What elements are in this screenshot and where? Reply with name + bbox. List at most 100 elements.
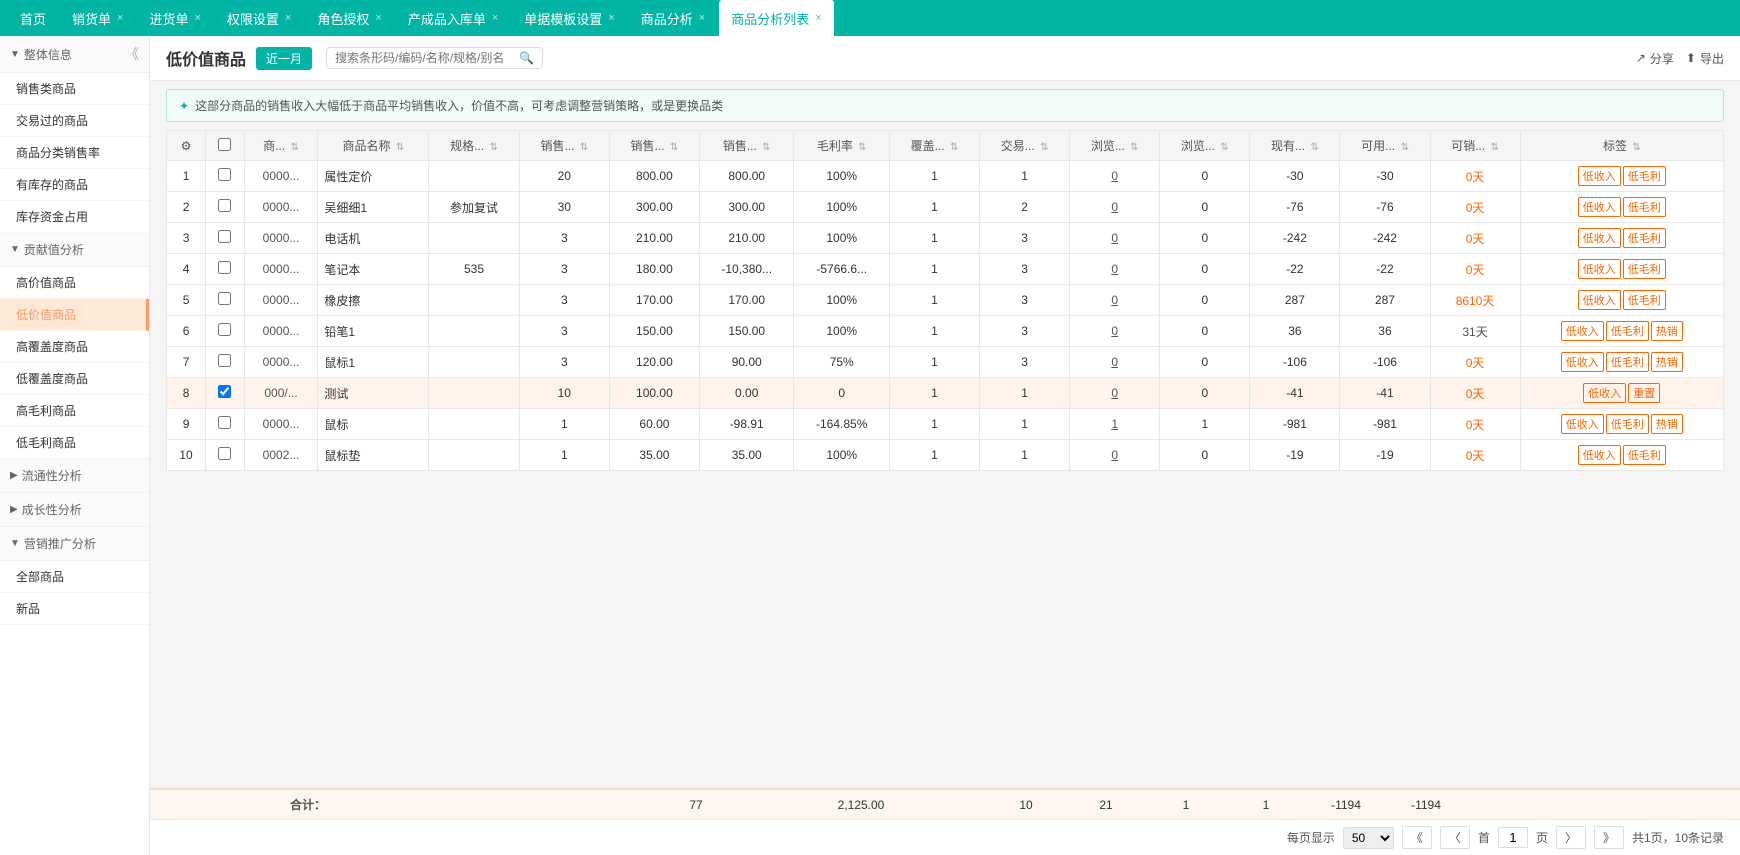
row-checkbox-cell[interactable] [206,347,245,378]
row-checkbox-cell[interactable] [206,254,245,285]
sidebar-item-inventory-funds[interactable]: 库存资金占用 [0,201,149,233]
row-checkbox[interactable] [218,447,231,460]
sidebar-group-title-overview[interactable]: ▼ 整体信息 《 [0,36,149,73]
sidebar-item-all-products[interactable]: 全部商品 [0,561,149,593]
sidebar-group-title-circulation[interactable]: ▶ 流通性分析 [0,459,149,493]
close-icon[interactable]: × [492,12,498,24]
row-checkbox[interactable] [218,354,231,367]
search-icon[interactable]: 🔍 [519,51,534,65]
col-spec[interactable]: 规格... ⇅ [429,131,520,161]
nav-permissions[interactable]: 权限设置 × [215,0,303,36]
nav-template-settings[interactable]: 单据模板设置 × [512,0,626,36]
collapse-icon[interactable]: 《 [125,44,139,64]
col-browse1[interactable]: 浏览... ⇅ [1070,131,1160,161]
row-browse1[interactable]: 1 [1070,409,1160,440]
share-button[interactable]: ↗ 分享 [1636,50,1674,67]
col-code[interactable]: 商... ⇅ [244,131,318,161]
prev-page-button[interactable]: 〈 [1440,826,1470,849]
row-browse1[interactable]: 0 [1070,161,1160,192]
col-name[interactable]: 商品名称 ⇅ [318,131,429,161]
row-checkbox-cell[interactable] [206,316,245,347]
row-spec: 参加复试 [429,192,520,223]
sidebar-item-sales-products[interactable]: 销售类商品 [0,73,149,105]
sidebar-group-title-growth[interactable]: ▶ 成长性分析 [0,493,149,527]
nav-home[interactable]: 首页 [8,0,58,36]
nav-purchase-order[interactable]: 进货单 × [137,0,212,36]
row-browse1[interactable]: 0 [1070,223,1160,254]
nav-product-analysis-list[interactable]: 商品分析列表 × [719,0,833,36]
sidebar-item-low-margin[interactable]: 低毛利商品 [0,427,149,459]
search-input[interactable] [335,51,515,65]
col-sellable[interactable]: 可销... ⇅ [1430,131,1520,161]
row-checkbox-cell[interactable] [206,192,245,223]
row-checkbox[interactable] [218,230,231,243]
per-page-select[interactable]: 50 20 100 [1343,827,1394,849]
row-checkbox-cell[interactable] [206,440,245,471]
close-icon[interactable]: × [285,12,291,24]
row-browse1[interactable]: 0 [1070,378,1160,409]
nav-role-auth[interactable]: 角色授权 × [305,0,393,36]
col-coverage[interactable]: 覆盖... ⇅ [889,131,979,161]
sidebar-item-high-coverage[interactable]: 高覆盖度商品 [0,331,149,363]
col-tags[interactable]: 标签 ⇅ [1520,131,1723,161]
row-tags: 低收入低毛利热销 [1520,409,1723,440]
row-tags: 低收入低毛利 [1520,285,1723,316]
col-sales-qty[interactable]: 销售... ⇅ [519,131,609,161]
row-checkbox[interactable] [218,168,231,181]
row-browse1[interactable]: 0 [1070,254,1160,285]
col-available[interactable]: 可用... ⇅ [1340,131,1430,161]
row-checkbox[interactable] [218,199,231,212]
close-icon[interactable]: × [608,12,614,24]
row-checkbox[interactable] [218,323,231,336]
row-browse1[interactable]: 0 [1070,316,1160,347]
table-row: 1 0000... 属性定价 20 800.00 800.00 100% 1 1… [167,161,1724,192]
col-transaction[interactable]: 交易... ⇅ [980,131,1070,161]
col-settings[interactable]: ⚙ [167,131,206,161]
export-button[interactable]: ⬆ 导出 [1686,50,1724,67]
close-icon[interactable]: × [375,12,381,24]
sidebar-item-stocked-products[interactable]: 有库存的商品 [0,169,149,201]
row-browse1[interactable]: 0 [1070,192,1160,223]
first-page-button[interactable]: 《 [1402,826,1432,849]
row-browse1[interactable]: 0 [1070,440,1160,471]
filter-button[interactable]: 近一月 [256,47,312,70]
sidebar-item-high-value[interactable]: 高价值商品 [0,267,149,299]
col-gross-margin[interactable]: 毛利率 ⇅ [794,131,890,161]
col-checkbox[interactable] [206,131,245,161]
nav-sales-order[interactable]: 销货单 × [60,0,135,36]
row-checkbox[interactable] [218,261,231,274]
row-browse1[interactable]: 0 [1070,285,1160,316]
row-checkbox-cell[interactable] [206,161,245,192]
close-icon[interactable]: × [699,12,705,24]
sidebar-group-title-contribution[interactable]: ▼ 贡献值分析 [0,233,149,267]
row-checkbox[interactable] [218,292,231,305]
row-checkbox[interactable] [218,416,231,429]
sidebar-item-category-rate[interactable]: 商品分类销售率 [0,137,149,169]
row-checkbox-cell[interactable] [206,223,245,254]
col-browse2[interactable]: 浏览... ⇅ [1160,131,1250,161]
next-page-button[interactable]: 〉 [1556,826,1586,849]
nav-product-storage[interactable]: 产成品入库单 × [396,0,510,36]
col-sales-price[interactable]: 销售... ⇅ [609,131,699,161]
row-checkbox-cell[interactable] [206,409,245,440]
col-sales-amount[interactable]: 销售... ⇅ [699,131,794,161]
close-icon[interactable]: × [194,12,200,24]
row-checkbox-cell[interactable] [206,285,245,316]
row-browse1[interactable]: 0 [1070,347,1160,378]
sidebar-item-traded-products[interactable]: 交易过的商品 [0,105,149,137]
col-current-stock[interactable]: 现有... ⇅ [1250,131,1340,161]
row-checkbox[interactable] [218,385,231,398]
close-icon[interactable]: × [815,12,821,24]
sidebar-item-low-coverage[interactable]: 低覆盖度商品 [0,363,149,395]
sidebar-item-high-margin[interactable]: 高毛利商品 [0,395,149,427]
row-checkbox-cell[interactable] [206,378,245,409]
sidebar-item-new-products[interactable]: 新品 [0,593,149,625]
last-page-button[interactable]: 》 [1594,826,1624,849]
row-transaction: 3 [980,285,1070,316]
sidebar-group-title-marketing[interactable]: ▼ 营销推广分析 [0,527,149,561]
page-number-input[interactable] [1498,827,1528,848]
close-icon[interactable]: × [117,12,123,24]
select-all-checkbox[interactable] [218,138,231,151]
nav-product-analysis[interactable]: 商品分析 × [629,0,717,36]
sidebar-item-low-value[interactable]: 低价值商品 [0,299,149,331]
